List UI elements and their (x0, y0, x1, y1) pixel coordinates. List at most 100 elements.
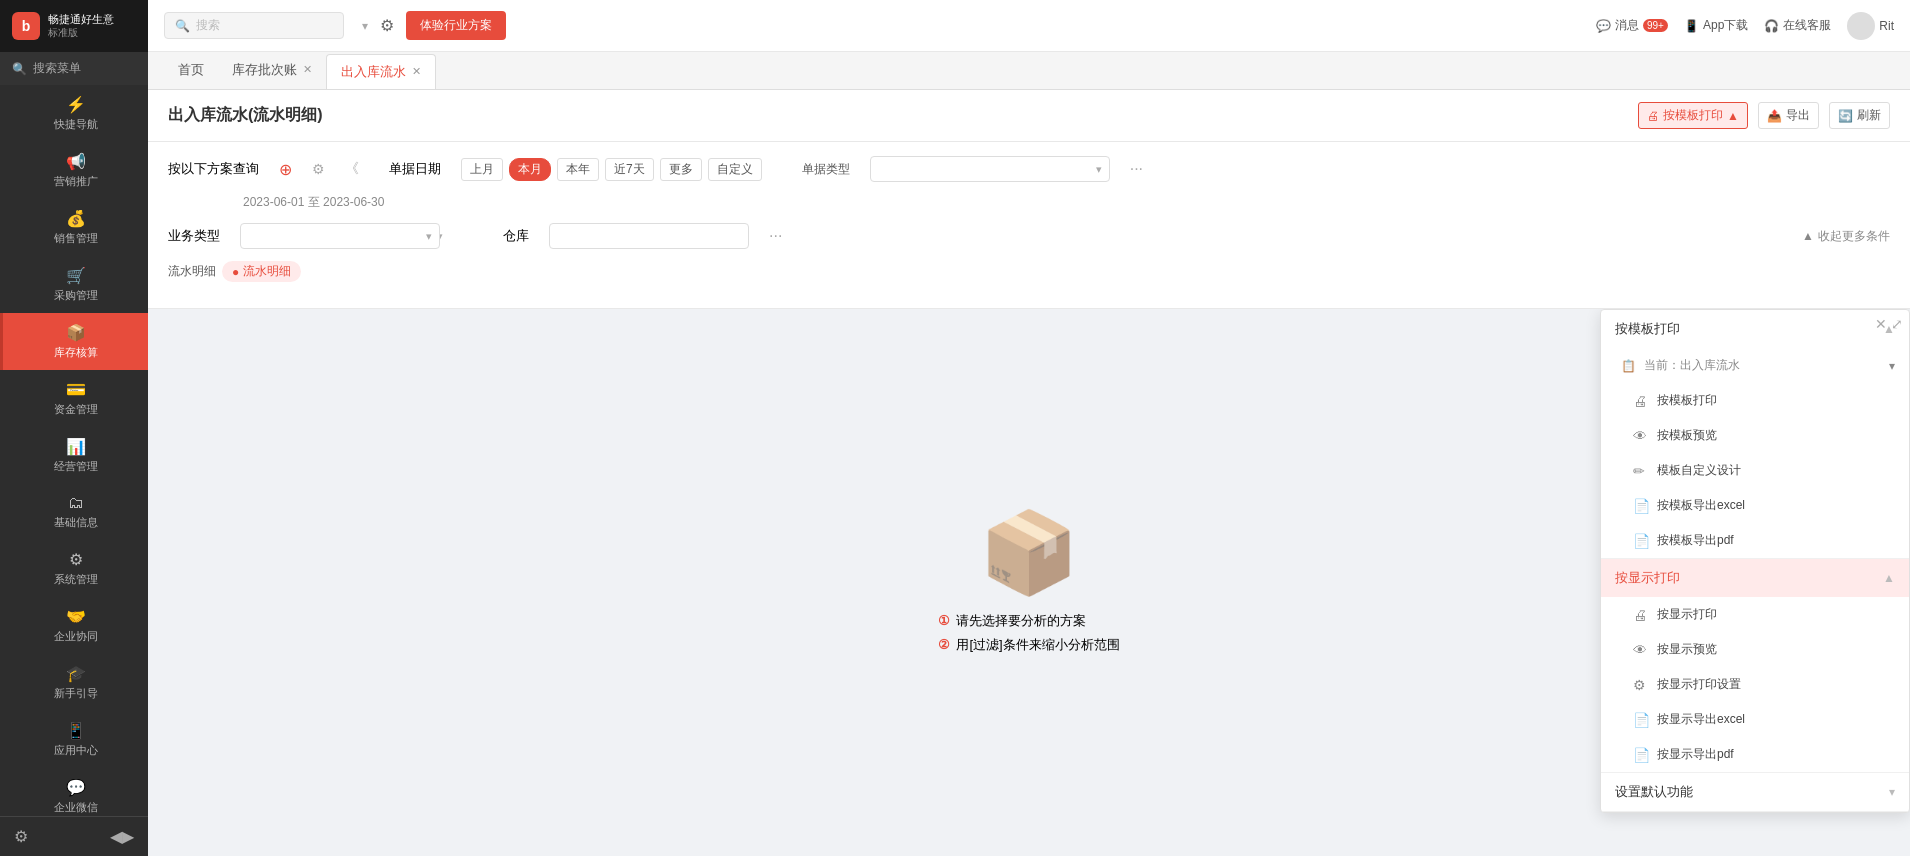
display-export-excel-item[interactable]: 📄 按显示导出excel (1601, 702, 1909, 737)
topbar-message-label: 消息 (1615, 17, 1639, 34)
sidebar-item-wecom[interactable]: 💬 企业微信 (0, 768, 148, 816)
tab-flow[interactable]: 出入库流水 ✕ (326, 54, 436, 89)
date-tag-current-month[interactable]: 本月 (509, 158, 551, 181)
app-download-icon: 📱 (1684, 19, 1699, 33)
date-tag-more[interactable]: 更多 (660, 158, 702, 181)
print-template-btn[interactable]: 🖨 按模板打印 ▲ (1638, 102, 1748, 129)
filter-area: 按以下方案查询 ⊕ ⚙ 《 单据日期 上月 本月 本年 近7天 更多 自定义 单… (148, 142, 1910, 309)
page-body: 📦 ① 请先选择要分析的方案 ② 用[过滤]条件来缩小分析范围 (148, 309, 1910, 856)
collapse-filter-icon[interactable]: 《 (345, 160, 359, 178)
display-print-section-header[interactable]: 按显示打印 ▲ (1601, 559, 1909, 597)
tab-batch-account-close-icon[interactable]: ✕ (303, 63, 312, 76)
date-tag-last-month[interactable]: 上月 (461, 158, 503, 181)
biz-type-select[interactable] (240, 223, 440, 249)
display-print-item[interactable]: 🖨 按显示打印 (1601, 597, 1909, 632)
current-template-item[interactable]: 📋 当前：出入库流水 ▾ (1601, 348, 1909, 383)
topbar-dropdown-icon[interactable]: ▾ (362, 19, 368, 33)
headset-icon: 🎧 (1764, 19, 1779, 33)
topbar-online-service[interactable]: 🎧 在线客服 (1764, 17, 1831, 34)
template-print-item[interactable]: 🖨 按模板打印 (1601, 383, 1909, 418)
display-preview-item[interactable]: 👁 按显示预览 (1601, 632, 1909, 667)
topbar-user[interactable]: Rit (1847, 12, 1894, 40)
template-export-excel-item[interactable]: 📄 按模板导出excel (1601, 488, 1909, 523)
doc-type-select[interactable] (870, 156, 1110, 182)
template-export-pdf-item[interactable]: 📄 按模板导出pdf (1601, 523, 1909, 558)
chevron-up-icon: ▲ (1727, 109, 1739, 123)
date-tag-last-7days[interactable]: 近7天 (605, 158, 654, 181)
panel-close-btn[interactable]: ✕ (1875, 316, 1887, 332)
topbar-app-download[interactable]: 📱 App下载 (1684, 17, 1748, 34)
sidebar-item-guide[interactable]: 🎓 新手引导 (0, 654, 148, 711)
date-tag-custom[interactable]: 自定义 (708, 158, 762, 181)
tab-flow-close-icon[interactable]: ✕ (412, 65, 421, 78)
tab-home[interactable]: 首页 (164, 53, 218, 89)
topbar-search-box[interactable]: 🔍 搜索 (164, 12, 344, 39)
refresh-icon: 🔄 (1838, 109, 1853, 123)
export-btn[interactable]: 📤 导出 (1758, 102, 1819, 129)
sidebar-item-inventory[interactable]: 📦 库存核算 (0, 313, 148, 370)
excel-icon: 📄 (1633, 498, 1649, 514)
sidebar-item-purchase[interactable]: 🛒 采购管理 (0, 256, 148, 313)
template-custom-item[interactable]: ✏ 模板自定义设计 (1601, 453, 1909, 488)
sidebar-item-label: 企业微信 (54, 800, 98, 815)
tab-batch-account[interactable]: 库存批次账 ✕ (218, 53, 326, 89)
doc-type-more-icon[interactable]: ··· (1130, 160, 1143, 178)
sidebar-item-quick-nav[interactable]: ⚡ 快捷导航 (0, 85, 148, 142)
warehouse-input[interactable] (549, 223, 749, 249)
add-filter-icon[interactable]: ⊕ (279, 160, 292, 179)
template-print-section-header[interactable]: 按模板打印 ▲ (1601, 310, 1909, 348)
collab-icon: 🤝 (66, 607, 86, 626)
design-icon: ✏ (1633, 463, 1649, 479)
topbar-settings-icon[interactable]: ⚙ (380, 16, 394, 35)
sidebar-item-collab[interactable]: 🤝 企业协同 (0, 597, 148, 654)
search-icon: 🔍 (12, 62, 27, 76)
page-title: 出入库流水(流水明细) (168, 105, 323, 138)
current-template-label: 当前：出入库流水 (1644, 357, 1740, 374)
settings-filter-icon[interactable]: ⚙ (312, 161, 325, 177)
tab-flow-label: 出入库流水 (341, 63, 406, 81)
template-preview-item[interactable]: 👁 按模板预览 (1601, 418, 1909, 453)
template-print-label: 按模板打印 (1657, 392, 1717, 409)
sidebar-collapse-icon[interactable]: ◀▶ (110, 827, 134, 846)
tag-label: 流水明细 (168, 263, 216, 280)
warehouse-more-icon[interactable]: ··· (769, 227, 782, 245)
default-section: 设置默认功能 ▾ (1601, 773, 1909, 812)
tag-pill-item[interactable]: ● 流水明细 (222, 261, 301, 282)
sidebar-item-system[interactable]: ⚙ 系统管理 (0, 540, 148, 597)
doc-type-label: 单据类型 (802, 161, 850, 178)
sidebar-item-marketing[interactable]: 📢 营销推广 (0, 142, 148, 199)
topbar-online-service-label: 在线客服 (1783, 17, 1831, 34)
collapse-more-btn[interactable]: ▲ 收起更多条件 (1802, 228, 1890, 245)
refresh-btn[interactable]: 🔄 刷新 (1829, 102, 1890, 129)
filter-row-date-range: x 2023-06-01 至 2023-06-30 (168, 194, 1890, 211)
display-export-pdf-label: 按显示导出pdf (1657, 746, 1734, 763)
topbar-message[interactable]: 💬 消息 99+ (1596, 17, 1668, 34)
brand-name: 畅捷通好生意 (48, 12, 114, 26)
sidebar-nav: ⚡ 快捷导航 📢 营销推广 💰 销售管理 🛒 采购管理 📦 库存核算 💳 资金管… (0, 85, 148, 816)
tab-home-label: 首页 (178, 61, 204, 79)
panel-expand-btn[interactable]: ⤢ (1891, 316, 1903, 332)
biz-type-label: 业务类型 (168, 227, 220, 245)
sidebar-item-basic[interactable]: 🗂 基础信息 (0, 484, 148, 540)
export-icon: 📤 (1767, 109, 1782, 123)
default-section-header[interactable]: 设置默认功能 ▾ (1601, 773, 1909, 811)
industry-btn[interactable]: 体验行业方案 (406, 11, 506, 40)
sidebar-item-finance[interactable]: 💳 资金管理 (0, 370, 148, 427)
sidebar-item-sales[interactable]: 💰 销售管理 (0, 199, 148, 256)
sidebar-item-label: 资金管理 (54, 402, 98, 417)
display-print-settings-item[interactable]: ⚙ 按显示打印设置 (1601, 667, 1909, 702)
print-template-label: 按模板打印 (1663, 107, 1723, 124)
topbar-right: 💬 消息 99+ 📱 App下载 🎧 在线客服 Rit (1596, 12, 1894, 40)
query-label: 按以下方案查询 (168, 160, 259, 178)
display-export-pdf-item[interactable]: 📄 按显示导出pdf (1601, 737, 1909, 772)
sidebar-logo: b 畅捷通好生意 标准版 (0, 0, 148, 52)
current-label-icon: 📋 (1621, 359, 1636, 373)
sidebar-item-apps[interactable]: 📱 应用中心 (0, 711, 148, 768)
date-tag-current-year[interactable]: 本年 (557, 158, 599, 181)
sidebar-search[interactable]: 🔍 搜索菜单 (0, 52, 148, 85)
panel-controls: ✕ ⤢ (1875, 316, 1903, 332)
guide-icon: 🎓 (66, 664, 86, 683)
sidebar-search-label: 搜索菜单 (33, 60, 81, 77)
sidebar-item-operation[interactable]: 📊 经营管理 (0, 427, 148, 484)
sidebar-settings-icon[interactable]: ⚙ (14, 827, 28, 846)
